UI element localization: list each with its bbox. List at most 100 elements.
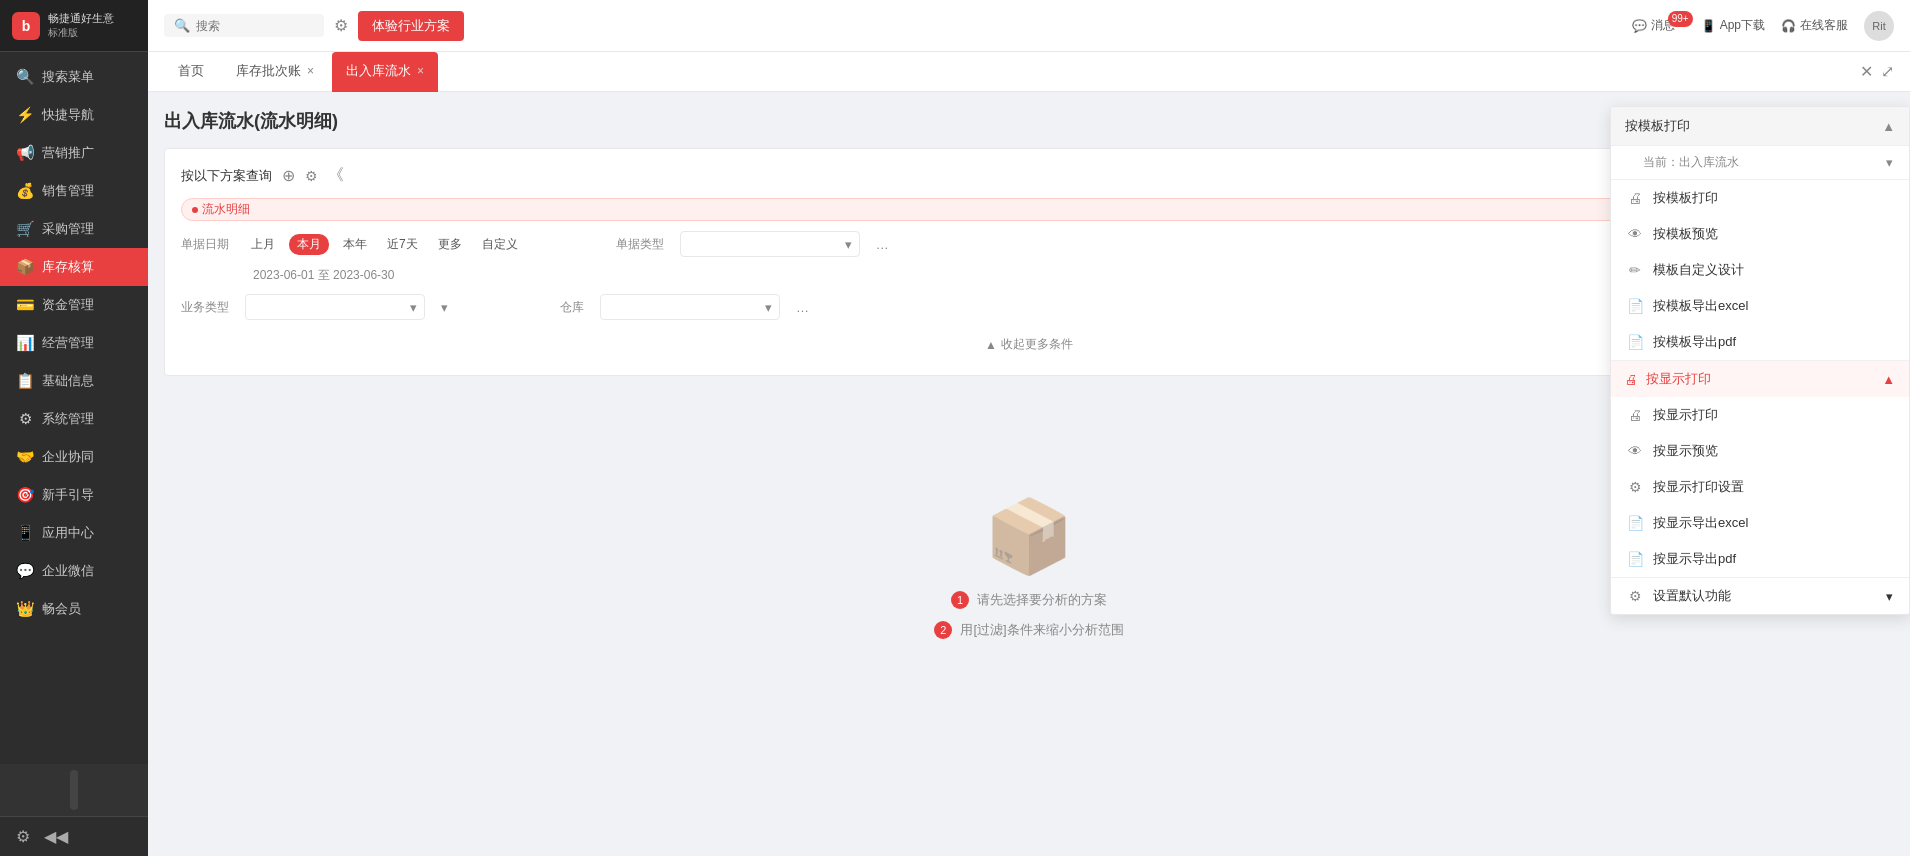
system-icon: ⚙ — [16, 410, 34, 428]
display-section-header[interactable]: 🖨 按显示打印 ▲ — [1611, 361, 1909, 397]
date-preset-7days[interactable]: 近7天 — [381, 234, 424, 255]
purchase-icon: 🛒 — [16, 220, 34, 238]
sidebar-scroll-indicator — [0, 764, 148, 816]
date-preset-last-month[interactable]: 上月 — [245, 234, 281, 255]
dropdown-item-display-print[interactable]: 🖨 按显示打印 — [1611, 397, 1909, 433]
sidebar-bottom: ⚙ ◀◀ — [0, 816, 148, 856]
app-name: 畅捷通好生意 — [48, 11, 114, 26]
dropdown-item-display-pdf[interactable]: 📄 按显示导出pdf — [1611, 541, 1909, 577]
service-label: 在线客服 — [1800, 17, 1848, 34]
settings-bottom-icon[interactable]: ⚙ — [16, 827, 30, 846]
tab-home[interactable]: 首页 — [164, 52, 218, 92]
tab-inventory-batch[interactable]: 库存批次账 × — [222, 52, 328, 92]
date-preset-custom[interactable]: 自定义 — [476, 234, 524, 255]
empty-step-1: 1 请先选择要分析的方案 — [951, 591, 1107, 609]
filter-add-icon[interactable]: ⊕ — [282, 166, 295, 185]
display-section: 🖨 按显示打印 👁 按显示预览 ⚙ 按显示打印设置 📄 按显示导出excel 📄 — [1611, 397, 1909, 578]
filter-settings-icon[interactable]: ⚙ — [305, 168, 318, 184]
sidebar-item-label: 企业微信 — [42, 562, 94, 580]
collapse-sidebar-icon[interactable]: ◀◀ — [44, 827, 68, 846]
template-preview-label: 按模板预览 — [1653, 225, 1718, 243]
warehouse-more-icon[interactable]: … — [796, 300, 809, 315]
marketing-icon: 📢 — [16, 144, 34, 162]
page-title: 出入库流水(流水明细) — [164, 109, 338, 133]
sidebar-item-membership[interactable]: 👑 畅会员 — [0, 590, 148, 628]
tab-inout-flow-close[interactable]: × — [417, 64, 424, 78]
beginner-icon: 🎯 — [16, 486, 34, 504]
messages-button[interactable]: 💬 消息 99+ — [1632, 17, 1685, 34]
sidebar-item-label: 库存核算 — [42, 258, 94, 276]
warehouse-select[interactable] — [600, 294, 780, 320]
warehouse-label: 仓库 — [560, 299, 584, 316]
date-preset-this-year[interactable]: 本年 — [337, 234, 373, 255]
sidebar-item-wechat[interactable]: 💬 企业微信 — [0, 552, 148, 590]
main-content: 🔍 ⚙ 体验行业方案 💬 消息 99+ 📱 App下载 🎧 在线客服 Rit — [148, 0, 1910, 856]
empty-illustration: 📦 — [984, 494, 1074, 579]
sidebar-item-finance[interactable]: 💳 资金管理 — [0, 286, 148, 324]
tab-inventory-batch-close[interactable]: × — [307, 64, 314, 78]
user-avatar[interactable]: Rit — [1864, 11, 1894, 41]
sidebar-item-operations[interactable]: 📊 经营管理 — [0, 324, 148, 362]
dropdown-item-template-excel[interactable]: 📄 按模板导出excel — [1611, 288, 1909, 324]
tab-inout-flow[interactable]: 出入库流水 × — [332, 52, 438, 92]
template-pdf-label: 按模板导出pdf — [1653, 333, 1736, 351]
template-custom-icon: ✏ — [1627, 262, 1643, 278]
cooperation-icon: 🤝 — [16, 448, 34, 466]
sidebar-item-label: 搜索菜单 — [42, 68, 94, 86]
dropdown-item-display-preview[interactable]: 👁 按显示预览 — [1611, 433, 1909, 469]
display-excel-icon: 📄 — [1627, 515, 1643, 531]
sidebar-item-quick-nav[interactable]: ⚡ 快捷导航 — [0, 96, 148, 134]
business-type-select[interactable] — [245, 294, 425, 320]
filter-collapse-icon[interactable]: 《 — [328, 165, 344, 186]
dropdown-item-display-print-settings[interactable]: ⚙ 按显示打印设置 — [1611, 469, 1909, 505]
template-custom-label: 模板自定义设计 — [1653, 261, 1744, 279]
sidebar-item-label: 销售管理 — [42, 182, 94, 200]
bill-type-select[interactable] — [680, 231, 860, 257]
template-excel-icon: 📄 — [1627, 298, 1643, 314]
sidebar-item-label: 新手引导 — [42, 486, 94, 504]
topbar-gear-icon[interactable]: ⚙ — [334, 16, 348, 35]
dropdown-item-display-excel[interactable]: 📄 按显示导出excel — [1611, 505, 1909, 541]
dropdown-header-chevron-icon[interactable]: ▲ — [1882, 119, 1895, 134]
trial-button[interactable]: 体验行业方案 — [358, 11, 464, 41]
step-1-text: 请先选择要分析的方案 — [977, 591, 1107, 609]
sidebar-item-basic-info[interactable]: 📋 基础信息 — [0, 362, 148, 400]
maximize-tab-icon[interactable]: ⤢ — [1881, 62, 1894, 81]
dropdown-item-template-preview[interactable]: 👁 按模板预览 — [1611, 216, 1909, 252]
dropdown-item-template-custom[interactable]: ✏ 模板自定义设计 — [1611, 252, 1909, 288]
sidebar-item-inventory[interactable]: 📦 库存核算 — [0, 248, 148, 286]
quick-nav-icon: ⚡ — [16, 106, 34, 124]
topbar-search[interactable]: 🔍 — [164, 14, 324, 37]
search-input[interactable] — [196, 19, 296, 33]
sidebar-item-label: 企业协同 — [42, 448, 94, 466]
sidebar-item-search[interactable]: 🔍 搜索菜单 — [0, 58, 148, 96]
sidebar-item-app-center[interactable]: 📱 应用中心 — [0, 514, 148, 552]
business-type-chevron-icon: ▾ — [441, 300, 448, 315]
sidebar-item-beginner[interactable]: 🎯 新手引导 — [0, 476, 148, 514]
date-preset-more[interactable]: 更多 — [432, 234, 468, 255]
sidebar-item-marketing[interactable]: 📢 营销推广 — [0, 134, 148, 172]
tabs-bar: 首页 库存批次账 × 出入库流水 × ✕ ⤢ — [148, 52, 1910, 92]
bill-type-more-icon[interactable]: … — [876, 237, 889, 252]
finance-icon: 💳 — [16, 296, 34, 314]
dropdown-item-template-pdf[interactable]: 📄 按模板导出pdf — [1611, 324, 1909, 360]
sidebar-item-label: 营销推广 — [42, 144, 94, 162]
date-preset-this-month[interactable]: 本月 — [289, 234, 329, 255]
app-download-button[interactable]: 📱 App下载 — [1701, 17, 1765, 34]
sidebar-item-label: 系统管理 — [42, 410, 94, 428]
template-excel-label: 按模板导出excel — [1653, 297, 1748, 315]
dropdown-footer[interactable]: ⚙ 设置默认功能 ▾ — [1611, 578, 1909, 614]
customer-service-button[interactable]: 🎧 在线客服 — [1781, 17, 1848, 34]
sidebar-item-label: 经营管理 — [42, 334, 94, 352]
tag-dot — [192, 207, 198, 213]
dropdown-item-template-print[interactable]: 🖨 按模板打印 — [1611, 180, 1909, 216]
membership-icon: 👑 — [16, 600, 34, 618]
close-all-tabs-icon[interactable]: ✕ — [1860, 62, 1873, 81]
empty-step-2: 2 用[过滤]条件来缩小分析范围 — [934, 621, 1123, 639]
display-excel-label: 按显示导出excel — [1653, 514, 1748, 532]
sidebar-item-sales[interactable]: 💰 销售管理 — [0, 172, 148, 210]
sidebar-item-cooperation[interactable]: 🤝 企业协同 — [0, 438, 148, 476]
topbar-right: 💬 消息 99+ 📱 App下载 🎧 在线客服 Rit — [1632, 11, 1894, 41]
sidebar-item-system[interactable]: ⚙ 系统管理 — [0, 400, 148, 438]
sidebar-item-purchase[interactable]: 🛒 采购管理 — [0, 210, 148, 248]
